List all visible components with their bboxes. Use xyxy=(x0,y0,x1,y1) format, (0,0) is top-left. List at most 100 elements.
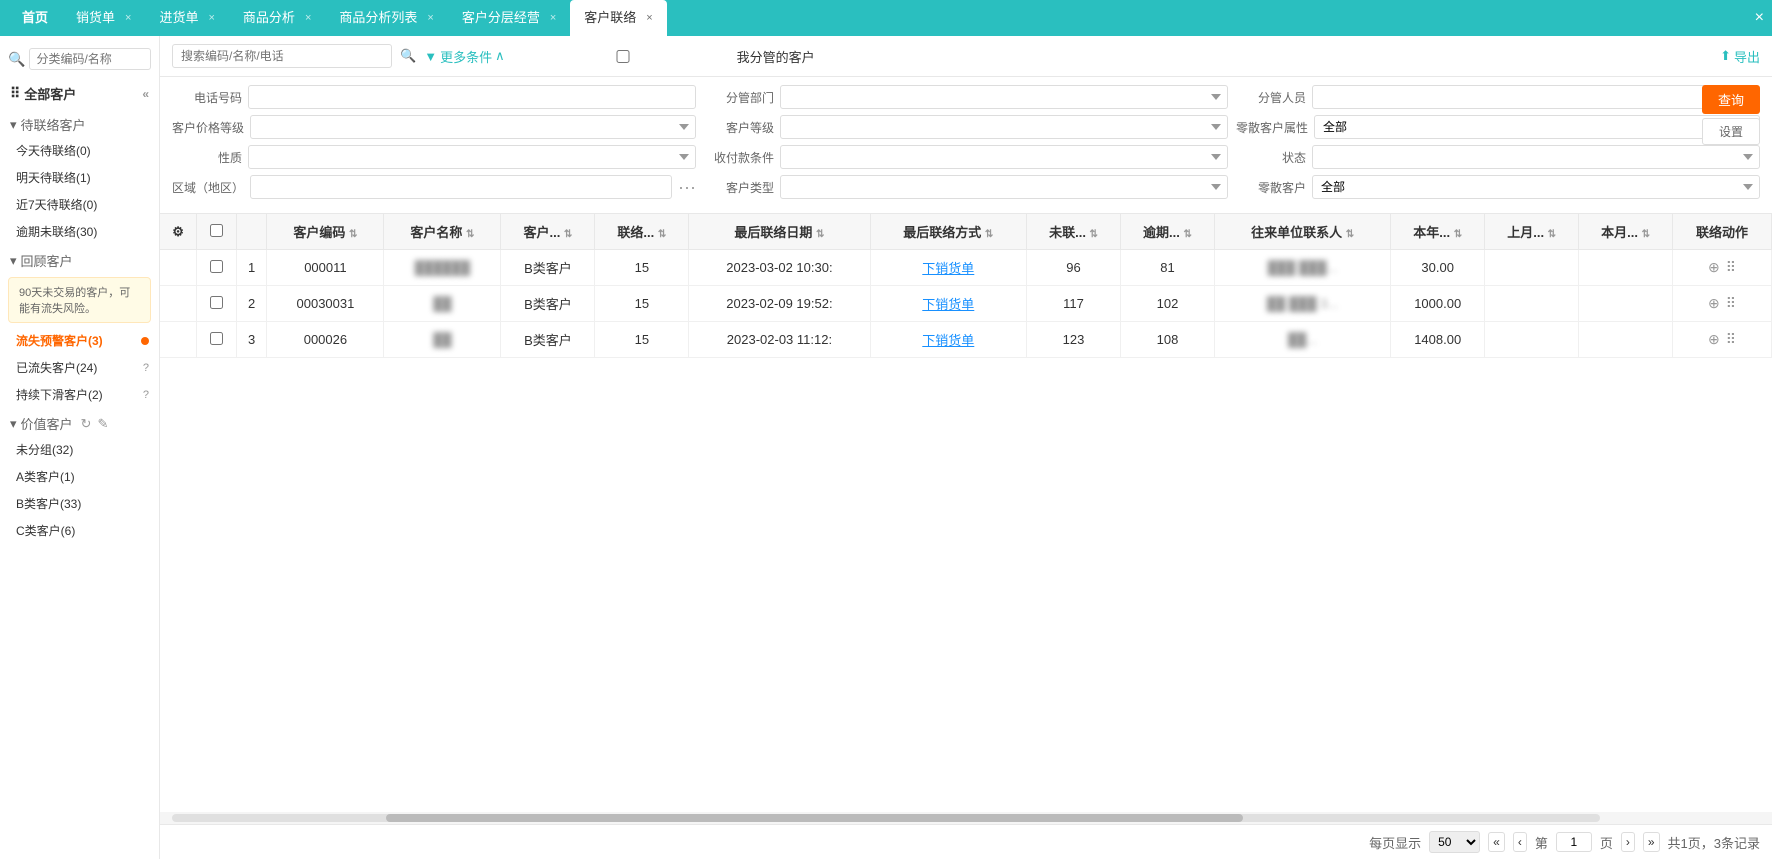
page-input[interactable] xyxy=(1556,832,1592,852)
sidebar-item-tomorrow[interactable]: 明天待联络(1) xyxy=(0,164,159,191)
col-contact[interactable]: 联络... ⇅ xyxy=(595,214,689,250)
row-checkbox-2[interactable] xyxy=(197,322,237,358)
col-contacts[interactable]: 往来单位联系人 ⇅ xyxy=(1214,214,1390,250)
sort-this-month: ⇅ xyxy=(1642,229,1650,240)
collapse-icon[interactable]: « xyxy=(142,87,149,101)
sidebar-item-class-b[interactable]: B类客户(33) xyxy=(0,490,159,517)
my-customers-checkbox-label[interactable]: 我分管的客户 xyxy=(513,47,815,66)
col-code[interactable]: 客户编码 ⇅ xyxy=(267,214,384,250)
row-last-method-0[interactable]: 下销货单 xyxy=(870,250,1027,286)
export-button[interactable]: ⬆ 导出 xyxy=(1720,47,1760,66)
close-tab-purchase[interactable]: × xyxy=(208,0,214,36)
select-all-checkbox[interactable] xyxy=(210,224,223,237)
last-page-button[interactable]: » xyxy=(1643,832,1660,852)
footer: 每页显示 50 100 200 « ‹ 第 页 › » 共1页，3条记录 xyxy=(160,824,1772,859)
sidebar-item-churn-warning[interactable]: 流失预警客户(3) xyxy=(0,327,159,354)
col-year[interactable]: 本年... ⇅ xyxy=(1391,214,1485,250)
search-input[interactable] xyxy=(172,44,392,68)
sidebar-search-icon: 🔍 xyxy=(8,51,25,68)
tab-analysis-list[interactable]: 商品分析列表 × xyxy=(325,0,447,36)
next-page-button[interactable]: › xyxy=(1621,832,1635,852)
customer-level-select[interactable] xyxy=(780,115,1228,139)
zero-attr-select[interactable]: 全部 xyxy=(1314,115,1760,139)
sidebar-item-overdue[interactable]: 逾期未联络(30) xyxy=(0,218,159,245)
col-settings[interactable]: ⚙ xyxy=(160,214,197,250)
zero-customer-select[interactable]: 全部 xyxy=(1312,175,1760,199)
row-check-1[interactable] xyxy=(210,296,223,309)
row-last-method-1[interactable]: 下销货单 xyxy=(870,286,1027,322)
query-button[interactable]: 查询 xyxy=(1702,85,1760,114)
payment-select[interactable] xyxy=(780,145,1228,169)
col-last-month[interactable]: 上月... ⇅ xyxy=(1485,214,1579,250)
sidebar-search-input[interactable] xyxy=(29,48,151,70)
per-page-select[interactable]: 50 100 200 xyxy=(1429,831,1480,853)
tab-customer-segment[interactable]: 客户分层经营 × xyxy=(448,0,570,36)
filter-row-4: 区域（地区） ··· 客户类型 零散客户 全部 xyxy=(172,175,1760,199)
horizontal-scrollbar[interactable] xyxy=(160,812,1772,824)
col-type[interactable]: 客户... ⇅ xyxy=(501,214,595,250)
refresh-icon[interactable]: ↻ xyxy=(81,416,92,432)
col-this-month[interactable]: 本月... ⇅ xyxy=(1579,214,1673,250)
prev-page-button[interactable]: ‹ xyxy=(1513,832,1527,852)
first-page-button[interactable]: « xyxy=(1488,832,1505,852)
row-code-2: 000026 xyxy=(267,322,384,358)
gender-select[interactable] xyxy=(248,145,696,169)
close-tab-analysis[interactable]: × xyxy=(305,0,311,36)
toolbar-search-icon[interactable]: 🔍 xyxy=(400,48,416,64)
setting-button[interactable]: 设置 xyxy=(1702,118,1760,145)
row-check-0[interactable] xyxy=(210,260,223,273)
row-actions-0: ⊕ ⠿ xyxy=(1673,250,1772,286)
col-actions: 联络动作 xyxy=(1673,214,1772,250)
sidebar-item-class-a[interactable]: A类客户(1) xyxy=(0,463,159,490)
row-year-0: 30.00 xyxy=(1391,250,1485,286)
all-customers-header[interactable]: ⠿ 全部客户 « xyxy=(0,78,159,109)
filter-icon: ▼ xyxy=(424,49,437,64)
region-input[interactable] xyxy=(250,175,672,199)
col-last-method[interactable]: 最后联络方式 ⇅ xyxy=(870,214,1027,250)
edit-icon[interactable]: ✎ xyxy=(97,416,108,432)
row-name-0: ██████ xyxy=(384,250,501,286)
tab-analysis[interactable]: 商品分析 × xyxy=(229,0,325,36)
row-check-2[interactable] xyxy=(210,332,223,345)
tab-sales[interactable]: 销货单 × xyxy=(62,0,145,36)
close-tab-customer-segment[interactable]: × xyxy=(550,0,556,36)
already-churn-help: ? xyxy=(143,362,149,374)
sidebar-item-week[interactable]: 近7天待联络(0) xyxy=(0,191,159,218)
action-link-1[interactable]: ⊕ xyxy=(1708,295,1720,312)
customer-type-select[interactable] xyxy=(780,175,1228,199)
sidebar-item-today[interactable]: 今天待联络(0) xyxy=(0,137,159,164)
filter-btn[interactable]: ▼ 更多条件 ∧ xyxy=(424,47,504,66)
row-checkbox-1[interactable] xyxy=(197,286,237,322)
status-select[interactable] xyxy=(1312,145,1760,169)
close-tab-sales[interactable]: × xyxy=(125,0,131,36)
action-more-1[interactable]: ⠿ xyxy=(1726,295,1736,312)
sidebar-item-already-churn[interactable]: 已流失客户(24) ? xyxy=(0,354,159,381)
col-last-date[interactable]: 最后联络日期 ⇅ xyxy=(689,214,870,250)
row-last-method-2[interactable]: 下销货单 xyxy=(870,322,1027,358)
window-close-button[interactable]: × xyxy=(1755,9,1764,27)
col-name[interactable]: 客户名称 ⇅ xyxy=(384,214,501,250)
sidebar-item-class-c[interactable]: C类客户(6) xyxy=(0,517,159,544)
close-tab-analysis-list[interactable]: × xyxy=(427,0,433,36)
tab-home[interactable]: 首页 xyxy=(8,0,62,36)
action-more-2[interactable]: ⠿ xyxy=(1726,331,1736,348)
action-link-2[interactable]: ⊕ xyxy=(1708,331,1720,348)
col-overdue[interactable]: 逾期... ⇅ xyxy=(1121,214,1215,250)
table-row: 1 000011 ██████ B类客户 15 2023-03-02 10:30… xyxy=(160,250,1772,286)
row-checkbox-0[interactable] xyxy=(197,250,237,286)
my-customers-checkbox[interactable] xyxy=(513,50,733,63)
col-unlinked[interactable]: 未联... ⇅ xyxy=(1027,214,1121,250)
sidebar-item-churn-down[interactable]: 持续下滑客户(2) ? xyxy=(0,381,159,408)
action-more-0[interactable]: ⠿ xyxy=(1726,259,1736,276)
price-level-select[interactable] xyxy=(250,115,696,139)
region-more-icon[interactable]: ··· xyxy=(678,178,696,196)
phone-input[interactable] xyxy=(248,85,696,109)
filter-arrow: ∧ xyxy=(495,48,505,64)
dept-select[interactable] xyxy=(780,85,1228,109)
person-input[interactable] xyxy=(1312,85,1736,109)
close-tab-customer-link[interactable]: × xyxy=(646,0,652,36)
sidebar-item-ungroup[interactable]: 未分组(32) xyxy=(0,436,159,463)
tab-customer-link[interactable]: 客户联络 × xyxy=(570,0,666,36)
action-link-0[interactable]: ⊕ xyxy=(1708,259,1720,276)
tab-purchase[interactable]: 进货单 × xyxy=(145,0,228,36)
